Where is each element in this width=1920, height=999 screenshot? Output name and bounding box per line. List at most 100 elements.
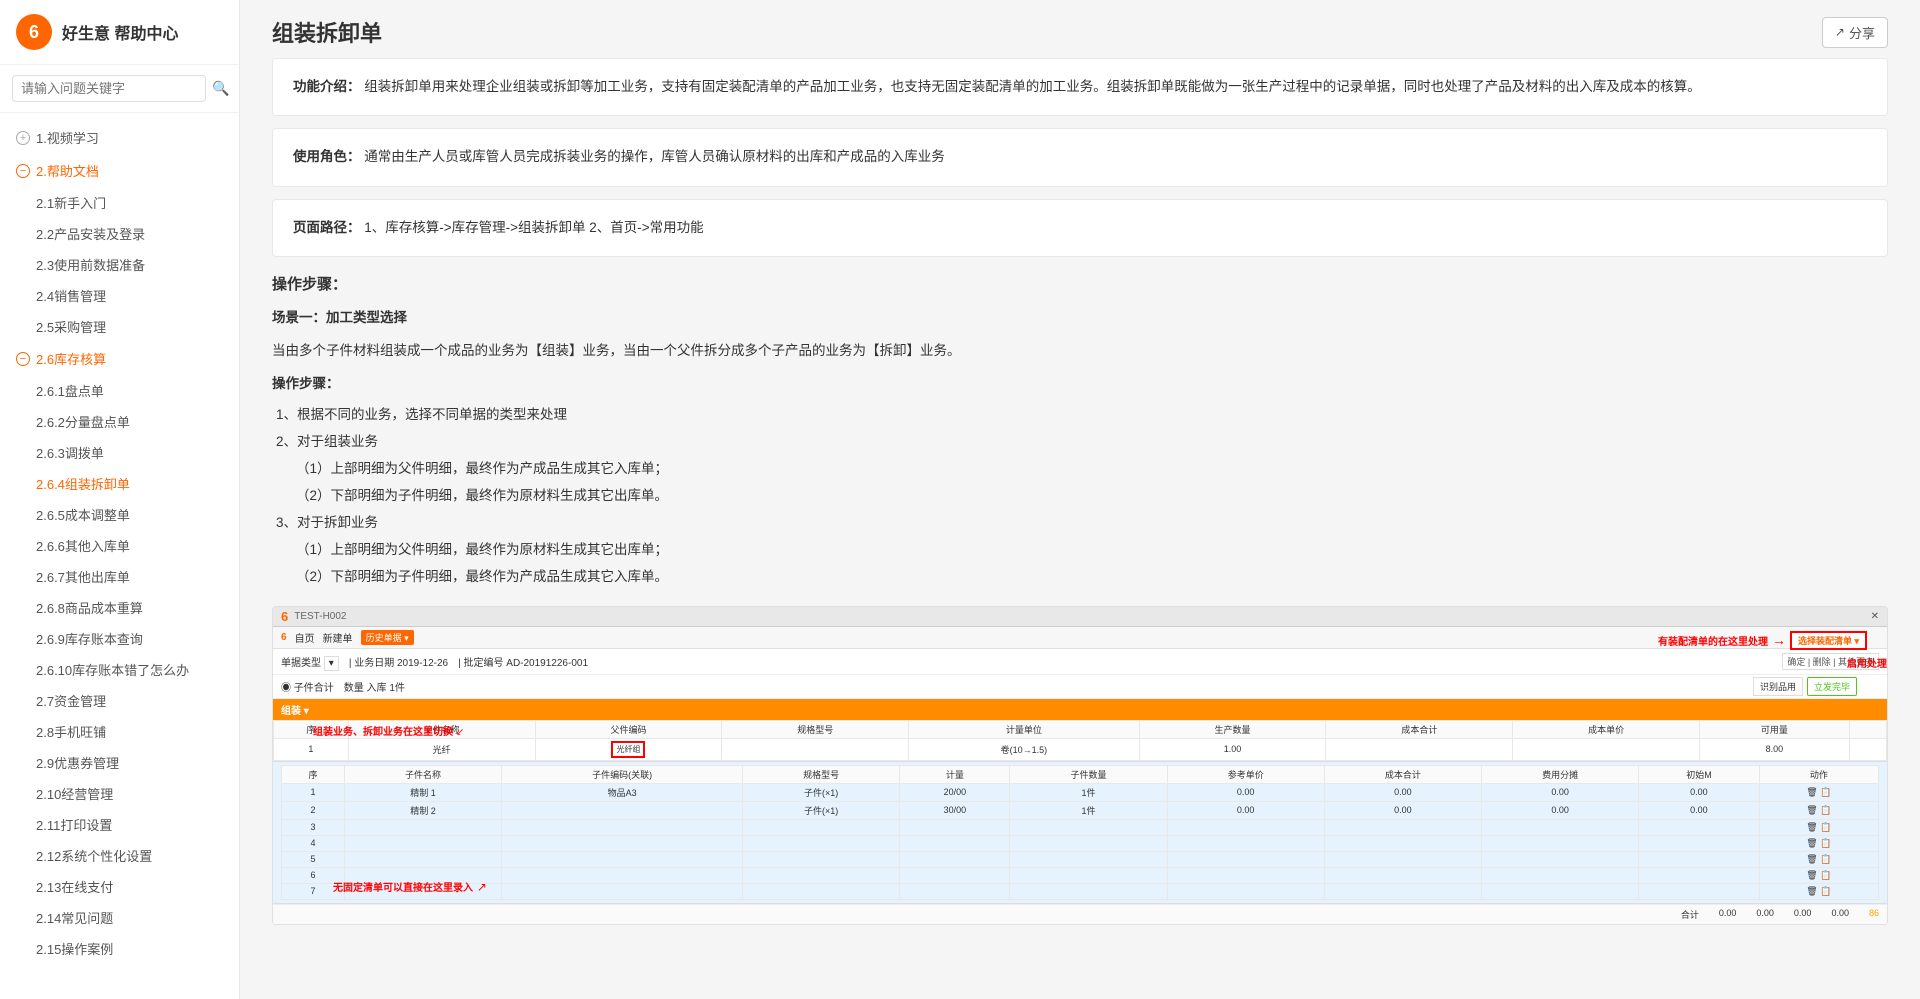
toggle-minus-icon-2: − [16, 352, 30, 366]
sidebar-item-purchase[interactable]: 2.5采购管理 [0, 311, 239, 342]
sidebar-item-269[interactable]: 2.6.9库存账本查询 [0, 623, 239, 654]
step-3: 3、对于拆卸业务 [272, 509, 1888, 536]
table-row: 6🗑 📋 [282, 867, 1879, 883]
sidebar-item-2610[interactable]: 2.6.10库存账本错了怎么办 [0, 654, 239, 685]
search-icon[interactable]: 🔍 [212, 80, 229, 97]
sidebar-item-211[interactable]: 2.11打印设置 [0, 809, 239, 840]
step-1: 1、根据不同的业务，选择不同单据的类型来处理 [272, 401, 1888, 428]
step-2-sub-1: （1）上部明细为父件明细，最终作为产成品生成其它入库单； [296, 455, 1888, 482]
annotation-middle-left: 组装业务、拆卸业务在这里切换 ↙ [313, 723, 464, 738]
sidebar-item-data-prep[interactable]: 2.3使用前数据准备 [0, 249, 239, 280]
main-header: 组装拆卸单 ↗ 分享 [240, 0, 1920, 58]
screenshot-topbar: 6 TEST-H002 ✕ [273, 607, 1887, 627]
url-bar: TEST-H002 [294, 611, 346, 622]
toggle-plus-icon: + [16, 131, 30, 145]
mini-nav-sep: 新建单 [323, 630, 353, 645]
sidebar-item-28[interactable]: 2.8手机旺铺 [0, 716, 239, 747]
role-text: 通常由生产人员或库管人员完成拆装业务的操作，库管人员确认原材料的出库和产成品的入… [364, 149, 945, 164]
sidebar-item-label: 1.视频学习 [36, 128, 99, 147]
sidebar-item-27[interactable]: 2.7资金管理 [0, 685, 239, 716]
sidebar-item-210[interactable]: 2.10经营管理 [0, 778, 239, 809]
table-row: 4🗑 📋 [282, 835, 1879, 851]
sidebar-item-label: 2.帮助文档 [36, 161, 99, 180]
table-row: 1 精制 1 物品A3 子件(×1) 20/00 1件 0.00 0.00 0.… [282, 783, 1879, 801]
sidebar-item-215[interactable]: 2.15操作案例 [0, 933, 239, 964]
share-icon: ↗ [1835, 25, 1845, 39]
mini-type-switch: ◉ 子件合计 数量 入库 1件 识别品用 立发完毕 启用处理 [273, 675, 1887, 699]
share-button[interactable]: ↗ 分享 [1822, 17, 1888, 48]
intro-label: 功能介绍： [293, 79, 361, 94]
step-2: 2、对于组装业务 [272, 428, 1888, 455]
sidebar: 6 好生意 帮助中心 🔍 + 1.视频学习 − 2.帮助文档 [0, 0, 240, 999]
mini-app: 6 自页 新建单 历史单据 ▾ 单据类型 ▾ | 业务日期 2019-12-26… [273, 627, 1887, 924]
annotation-bottom-left: 无固定清单可以直接在这里录入 ↗ [333, 878, 487, 894]
scene1-title: 场景一：加工类型选择 [272, 304, 1888, 331]
annotation-enable: 识别品用 立发完毕 [1753, 677, 1857, 696]
sidebar-item-video[interactable]: + 1.视频学习 [0, 121, 239, 154]
annotation-enable-label: 启用处理 [1847, 655, 1887, 670]
sidebar-header: 6 好生意 帮助中心 [0, 0, 239, 65]
sidebar-item-261[interactable]: 2.6.1盘点单 [0, 375, 239, 406]
table-row: 5🗑 📋 [282, 851, 1879, 867]
path-block: 页面路径： 1、库存核算->库存管理->组装拆卸单 2、首页->常用功能 [272, 199, 1888, 257]
table-row: 1 光纤 光纤组 卷(10→1.5) 1.00 8.00 [274, 738, 1887, 760]
step-3-sub: （1）上部明细为父件明细，最终作为原材料生成其它出库单； （2）下部明细为子件明… [272, 536, 1888, 590]
app-title: 好生意 帮助中心 [62, 20, 178, 44]
mini-tabs: 组装 ▾ 组装业务、拆卸业务在这里切换 ↙ [273, 699, 1887, 720]
step-2-sub-2: （2）下部明细为子件明细，最终作为原材料生成其它出库单。 [296, 482, 1888, 509]
role-block: 使用角色： 通常由生产人员或库管人员完成拆装业务的操作，库管人员确认原材料的出库… [272, 128, 1888, 186]
sidebar-item-label: 2.6库存核算 [36, 349, 106, 368]
step-3-sub-1: （1）上部明细为父件明细，最终作为原材料生成其它出库单； [296, 536, 1888, 563]
path-label: 页面路径： [293, 220, 361, 235]
sidebar-item-docs[interactable]: − 2.帮助文档 [0, 154, 239, 187]
mini-table-container: 序 父件名称 父件编码 规格型号 计量单位 生产数量 成本合计 成本单价 可用量 [273, 720, 1887, 761]
sidebar-item-213[interactable]: 2.13在线支付 [0, 871, 239, 902]
share-label: 分享 [1849, 23, 1875, 42]
sidebar-item-inventory[interactable]: − 2.6库存核算 [0, 342, 239, 375]
sidebar-item-264[interactable]: 2.6.4组装拆卸单 [0, 468, 239, 499]
mini-form-area: 单据类型 ▾ | 业务日期 2019-12-26 | 批定编号 AD-20191… [273, 649, 1887, 675]
sidebar-item-214[interactable]: 2.14常见问题 [0, 902, 239, 933]
sidebar-item-beginner[interactable]: 2.1新手入门 [0, 187, 239, 218]
search-bar: 🔍 [0, 65, 239, 113]
sidebar-item-265[interactable]: 2.6.5成本调整单 [0, 499, 239, 530]
mini-nav-badge: 历史单据 ▾ [361, 630, 414, 645]
mini-table-upper: 序 父件名称 父件编码 规格型号 计量单位 生产数量 成本合计 成本单价 可用量 [273, 720, 1887, 761]
logo-icon: 6 [16, 14, 52, 50]
sidebar-item-267[interactable]: 2.6.7其他出库单 [0, 561, 239, 592]
search-input[interactable] [12, 75, 206, 102]
content-area: 功能介绍： 组装拆卸单用来处理企业组装或拆卸等加工业务，支持有固定装配清单的产品… [240, 58, 1920, 999]
steps-list: 1、根据不同的业务，选择不同单据的类型来处理 2、对于组装业务 （1）上部明细为… [272, 401, 1888, 590]
sidebar-item-sales[interactable]: 2.4销售管理 [0, 280, 239, 311]
sidebar-nav: + 1.视频学习 − 2.帮助文档 2.1新手入门 2.2产品安装及登录 2.3… [0, 113, 239, 999]
mini-table-lower-head: 序 子件名称 子件编码(关联) 规格型号 计量 子件数量 参考单价 成本合计 费… [281, 765, 1879, 900]
mini-nav-icon: 6 [281, 632, 287, 643]
intro-block: 功能介绍： 组装拆卸单用来处理企业组装或拆卸等加工业务，支持有固定装配清单的产品… [272, 58, 1888, 116]
scene1-desc: 当由多个子件材料组装成一个成品的业务为【组装】业务，当由一个父件拆分成多个子产品… [272, 337, 1888, 364]
sidebar-item-262[interactable]: 2.6.2分量盘点单 [0, 406, 239, 437]
sidebar-item-263[interactable]: 2.6.3调拨单 [0, 437, 239, 468]
sidebar-item-268[interactable]: 2.6.8商品成本重算 [0, 592, 239, 623]
sidebar-item-install[interactable]: 2.2产品安装及登录 [0, 218, 239, 249]
screenshot-container: 6 TEST-H002 ✕ 6 自页 新建单 历史单据 ▾ 单据类型 ▾ | 业… [272, 606, 1888, 925]
role-label: 使用角色： [293, 149, 361, 164]
mini-totals: 合计 0.00 0.00 0.00 0.00 86 [273, 904, 1887, 924]
mini-nav-home: 自页 [295, 630, 315, 645]
main-content: 组装拆卸单 ↗ 分享 功能介绍： 组装拆卸单用来处理企业组装或拆卸等加工业务，支… [240, 0, 1920, 999]
nav-section-1: + 1.视频学习 [0, 121, 239, 154]
toggle-minus-icon: − [16, 164, 30, 178]
mini-top-nav: 6 自页 新建单 历史单据 ▾ [273, 627, 1887, 649]
intro-text: 组装拆卸单用来处理企业组装或拆卸等加工业务，支持有固定装配清单的产品加工业务，也… [364, 79, 1701, 94]
sidebar-item-29[interactable]: 2.9优惠券管理 [0, 747, 239, 778]
path-text: 1、库存核算->库存管理->组装拆卸单 2、首页->常用功能 [364, 220, 703, 235]
table-row: 3🗑 📋 [282, 819, 1879, 835]
annotation-top-right: 有装配清单的在这里处理 → 选择装配清单 ▾ [1658, 631, 1867, 650]
sidebar-item-212[interactable]: 2.12系统个性化设置 [0, 840, 239, 871]
page-title: 组装拆卸单 [272, 16, 382, 48]
step-2-sub: （1）上部明细为父件明细，最终作为产成品生成其它入库单； （2）下部明细为子件明… [272, 455, 1888, 509]
sidebar-item-266[interactable]: 2.6.6其他入库单 [0, 530, 239, 561]
op-title: 操作步骤： [272, 273, 1888, 294]
nav-section-2: − 2.帮助文档 2.1新手入门 2.2产品安装及登录 2.3使用前数据准备 2… [0, 154, 239, 964]
table-row: 2 精制 2 子件(×1) 30/00 1件 0.00 0.00 0.00 0.… [282, 801, 1879, 819]
step-3-sub-2: （2）下部明细为子件明细，最终作为产成品生成其它入库单。 [296, 563, 1888, 590]
